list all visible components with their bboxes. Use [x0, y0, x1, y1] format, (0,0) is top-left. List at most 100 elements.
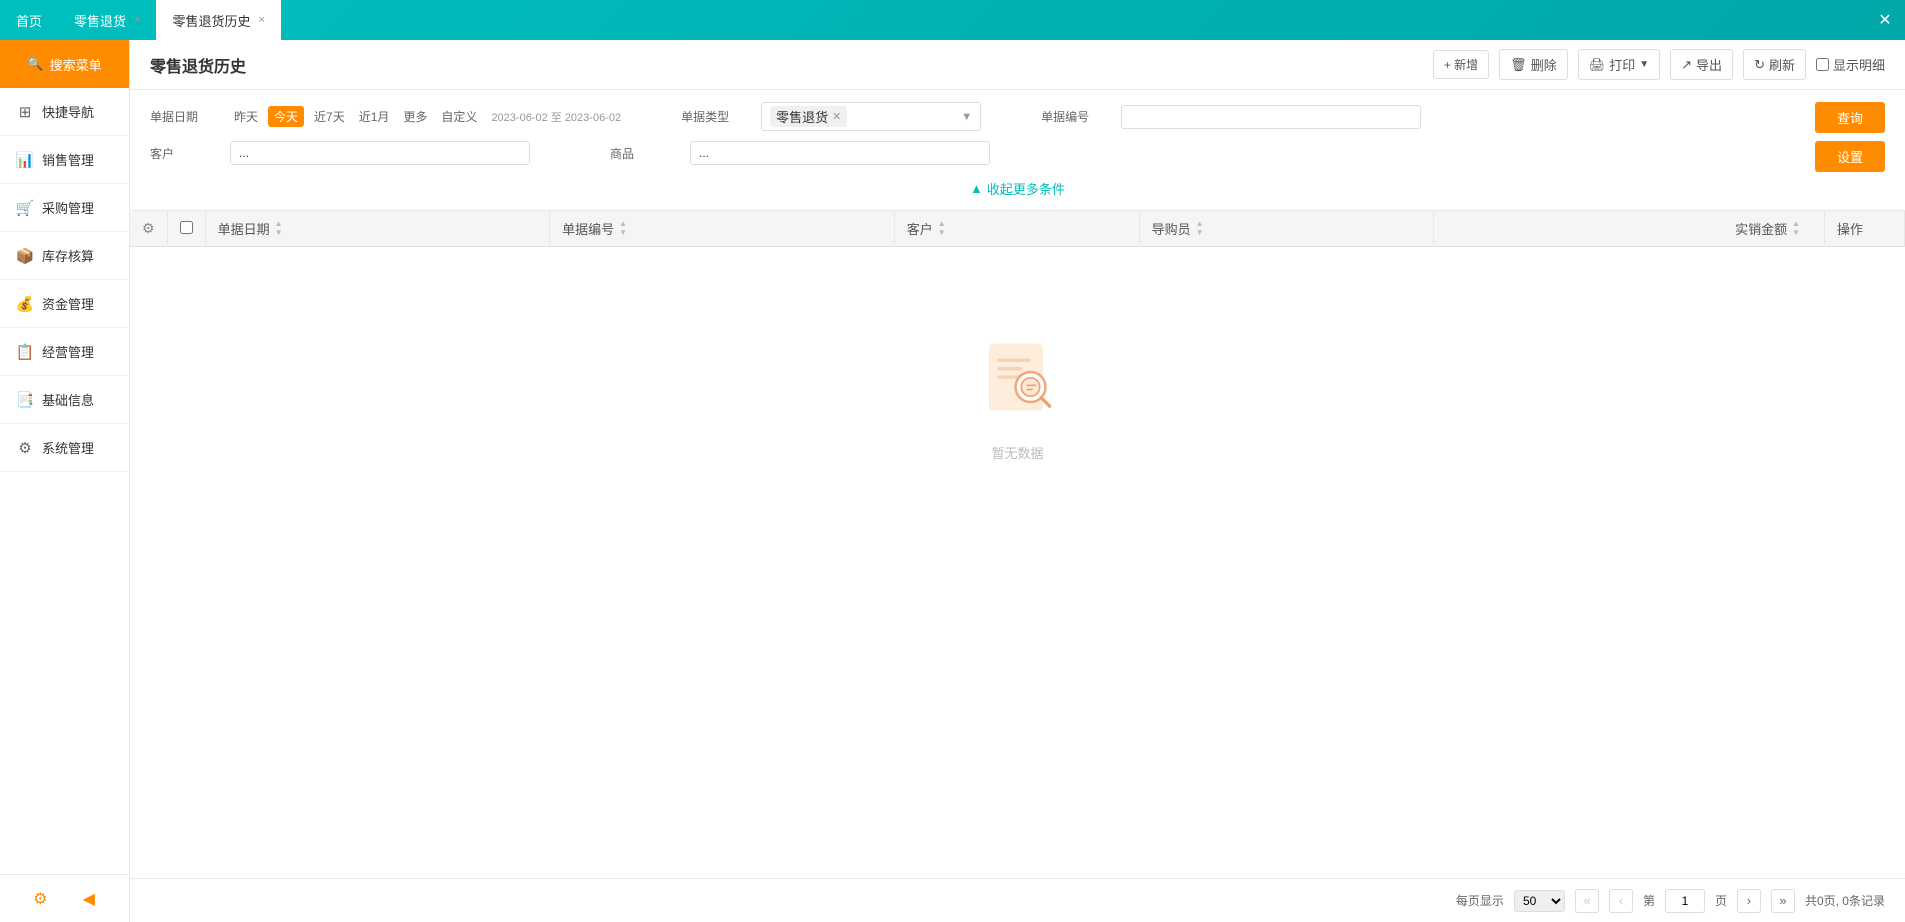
tab-retail-return[interactable]: 零售退货×: [58, 0, 156, 40]
custom-shortcut[interactable]: 自定义: [437, 106, 481, 127]
page-label: 第: [1643, 892, 1655, 909]
per-page-select[interactable]: 102050100: [1514, 890, 1565, 912]
col-guide-label: 导购员: [1152, 219, 1191, 238]
filter-row-customer: 客户 商品: [150, 141, 1795, 165]
finance-mgmt-icon: 💰: [16, 295, 34, 313]
filter-row-date: 单据日期 昨天 今天 近7天 近1月 更多 自定义 2023-06-02 至 2…: [150, 102, 1795, 131]
tab-list: 首页零售退货×零售退货历史×: [0, 0, 1865, 40]
goods-input[interactable]: [690, 141, 990, 165]
first-page-button[interactable]: «: [1575, 889, 1599, 913]
doc-no-sort[interactable]: ▲▼: [619, 220, 627, 237]
sidebar-item-ops-mgmt[interactable]: 📋经营管理: [0, 328, 129, 376]
quick-nav-label: 快捷导航: [42, 102, 94, 121]
tab-close-retail-return[interactable]: ×: [134, 14, 140, 26]
doc-type-select[interactable]: 零售退货 ✕ ▼: [761, 102, 981, 131]
quick-nav-icon: ⊞: [16, 103, 34, 121]
display-detail-checkbox[interactable]: [1816, 58, 1829, 71]
col-amount: 实销金额 ▲▼: [1434, 211, 1825, 247]
customer-label: 客户: [150, 145, 210, 162]
sidebar-search-label: 搜索菜单: [50, 55, 102, 74]
sidebar-item-inventory-calc[interactable]: 📦 库存核算: [0, 232, 129, 280]
pagination-bar: 每页显示 102050100 « ‹ 第 页 › » 共0页, 0条记录: [130, 878, 1905, 922]
export-button[interactable]: ↗ 导出: [1670, 49, 1733, 80]
empty-state: 暂无数据: [130, 247, 1905, 542]
col-action-label: 操作: [1837, 222, 1863, 237]
basic-info-label: 基础信息: [42, 390, 94, 409]
window-close-button[interactable]: ✕: [1865, 0, 1905, 40]
prev-page-button[interactable]: ‹: [1609, 889, 1633, 913]
doc-date-sort[interactable]: ▲▼: [275, 220, 283, 237]
collapse-filter-button[interactable]: ▲ 收起更多条件: [970, 179, 1065, 198]
inventory-calc-label: 库存核算: [42, 246, 94, 265]
amount-sort[interactable]: ▲▼: [1792, 220, 1800, 237]
page-input[interactable]: [1665, 889, 1705, 913]
basic-info-icon: 📑: [16, 391, 34, 409]
customer-input[interactable]: [230, 141, 530, 165]
add-button[interactable]: + 新增: [1433, 50, 1489, 79]
doc-type-tag: 零售退货 ✕: [770, 106, 847, 127]
sidebar-item-sales-mgmt[interactable]: 📊 销售管理: [0, 136, 129, 184]
page-suffix: 页: [1715, 892, 1727, 909]
collapse-icon: ▲: [970, 181, 983, 196]
query-button[interactable]: 查询: [1815, 102, 1885, 133]
today-shortcut[interactable]: 今天: [268, 106, 304, 127]
tab-close-retail-return-history[interactable]: ×: [258, 14, 264, 26]
display-detail-label: 显示明细: [1833, 55, 1885, 74]
sidebar-item-finance-mgmt[interactable]: 💰 资金管理: [0, 280, 129, 328]
empty-text: 暂无数据: [991, 443, 1043, 462]
toolbar: + 新增 🗑 删除 🖨 打印 ▼ ↗ 导出 ↻ 刷新: [1433, 49, 1885, 80]
sidebar-search-button[interactable]: 🔍 搜索菜单: [0, 40, 129, 88]
col-customer-label: 客户: [907, 219, 933, 238]
last-page-button[interactable]: »: [1771, 889, 1795, 913]
page-header: 零售退货历史 + 新增 🗑 删除 🖨 打印 ▼ ↗ 导出 ↻: [130, 40, 1905, 90]
sidebar-item-sys-mgmt[interactable]: ⚙系统管理: [0, 424, 129, 472]
goods-label: 商品: [610, 145, 670, 162]
sidebar-item-basic-info[interactable]: 📑 基础信息: [0, 376, 129, 424]
print-arrow-icon: ▼: [1639, 59, 1649, 70]
sidebar-footer: ⚙ ◀: [0, 874, 129, 922]
inventory-calc-icon: 📦: [16, 247, 34, 265]
col-doc-date-label: 单据日期: [218, 219, 270, 238]
tab-home[interactable]: 首页: [0, 0, 58, 40]
top-bar: 首页零售退货×零售退货历史× ✕: [0, 0, 1905, 40]
date-label: 单据日期: [150, 108, 210, 125]
delete-label: 删除: [1531, 55, 1557, 74]
more-shortcut[interactable]: 更多: [399, 106, 431, 127]
sys-mgmt-icon: ⚙: [16, 439, 34, 457]
col-guide: 导购员 ▲▼: [1139, 211, 1434, 247]
content-area: 零售退货历史 + 新增 🗑 删除 🖨 打印 ▼ ↗ 导出 ↻: [130, 40, 1905, 922]
customer-sort[interactable]: ▲▼: [938, 220, 946, 237]
guide-sort[interactable]: ▲▼: [1196, 220, 1204, 237]
doc-type-tag-text: 零售退货: [776, 107, 828, 126]
print-button[interactable]: 🖨 打印 ▼: [1578, 49, 1660, 80]
last7-shortcut[interactable]: 近7天: [310, 106, 349, 127]
delete-button[interactable]: 🗑 删除: [1499, 49, 1568, 80]
col-customer: 客户 ▲▼: [894, 211, 1139, 247]
per-page-label: 每页显示: [1456, 892, 1504, 909]
col-amount-label: 实销金额: [1735, 219, 1787, 238]
doc-no-input[interactable]: [1121, 105, 1421, 129]
filter-settings-button[interactable]: 设置: [1815, 141, 1885, 172]
sidebar-item-quick-nav[interactable]: ⊞ 快捷导航: [0, 88, 129, 136]
table-settings-icon[interactable]: ⚙: [142, 220, 155, 236]
next-page-button[interactable]: ›: [1737, 889, 1761, 913]
date-range-display: 2023-06-02 至 2023-06-02: [491, 109, 621, 125]
data-table: ⚙ 单据日期 ▲▼ 单据编号: [130, 211, 1905, 247]
table-area: ⚙ 单据日期 ▲▼ 单据编号: [130, 211, 1905, 878]
search-icon: 🔍: [27, 56, 43, 72]
yesterday-shortcut[interactable]: 昨天: [230, 106, 262, 127]
sales-mgmt-label: 销售管理: [42, 150, 94, 169]
select-all-checkbox[interactable]: [180, 221, 193, 234]
sales-mgmt-icon: 📊: [16, 151, 34, 169]
last1m-shortcut[interactable]: 近1月: [355, 106, 394, 127]
collapse-sidebar-icon[interactable]: ◀: [74, 884, 104, 914]
filter-actions: 查询 设置: [1815, 102, 1885, 172]
purchase-mgmt-icon: 🛒: [16, 199, 34, 217]
page-title: 零售退货历史: [150, 53, 246, 77]
sidebar-item-purchase-mgmt[interactable]: 🛒采购管理: [0, 184, 129, 232]
refresh-button[interactable]: ↻ 刷新: [1743, 49, 1806, 80]
finance-mgmt-label: 资金管理: [42, 294, 94, 313]
settings-footer-icon[interactable]: ⚙: [25, 884, 55, 914]
doc-type-tag-close[interactable]: ✕: [832, 110, 841, 123]
tab-retail-return-history[interactable]: 零售退货历史×: [156, 0, 280, 40]
